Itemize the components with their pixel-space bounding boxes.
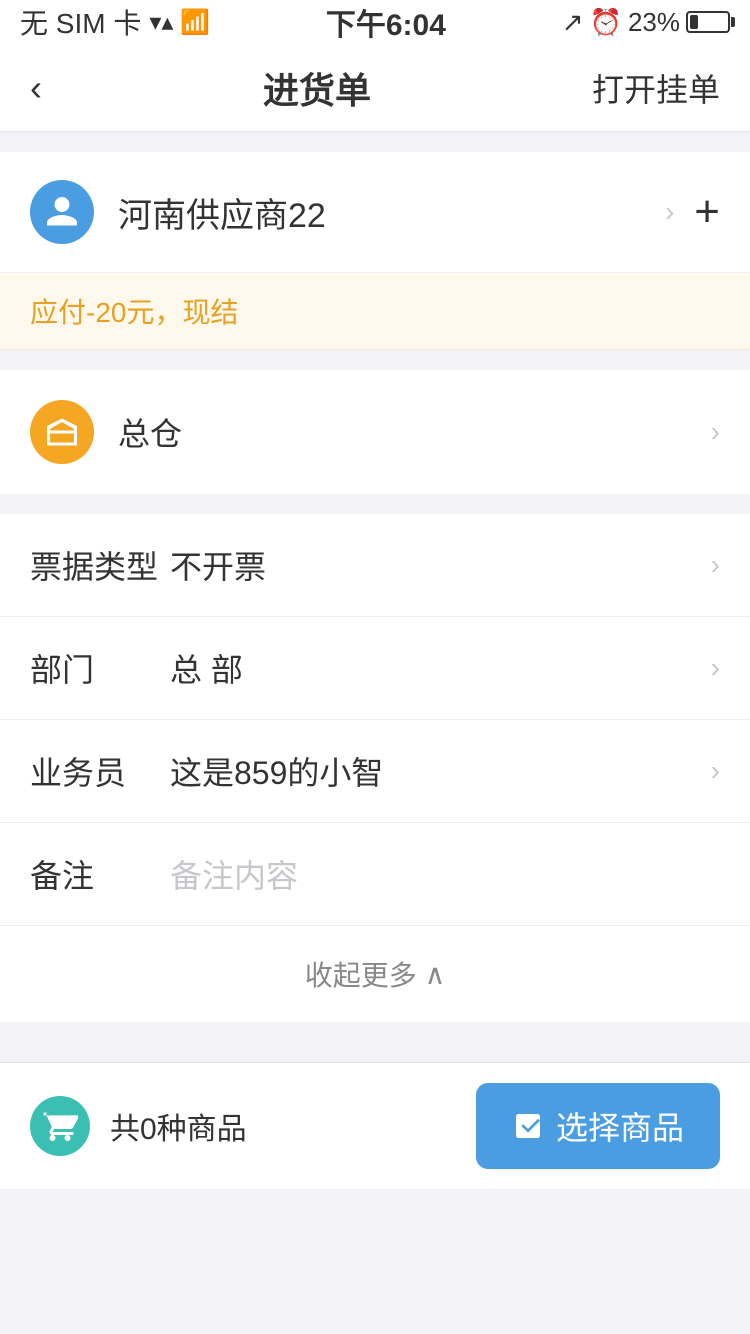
product-count: 共0种商品	[110, 1104, 476, 1148]
fields-card: 票据类型 不开票 › 部门 总 部 › 业务员 这是859的小智 › 备注 备注…	[0, 514, 750, 926]
battery-percent: 23%	[628, 7, 680, 38]
select-product-icon	[512, 1110, 544, 1142]
gap-1	[0, 132, 750, 152]
salesperson-chevron-icon: ›	[711, 755, 720, 787]
nav-bar: ‹ 进货单 打开挂单	[0, 44, 750, 132]
ticket-type-value: 不开票	[170, 542, 711, 588]
user-icon	[44, 194, 80, 230]
remark-label: 备注	[30, 851, 170, 897]
department-value: 总 部	[170, 645, 711, 691]
warehouse-icon-wrap	[30, 400, 94, 464]
remark-value: 备注内容	[170, 851, 720, 897]
back-button[interactable]: ‹	[30, 67, 42, 109]
warehouse-label: 总仓	[118, 409, 711, 455]
supplier-card: 河南供应商22 › + 应付-20元，现结	[0, 152, 750, 350]
ticket-type-row[interactable]: 票据类型 不开票 ›	[0, 514, 750, 617]
alarm-icon: ⏰	[590, 7, 622, 38]
time-label: 下午6:04	[326, 0, 446, 44]
department-chevron-icon: ›	[711, 652, 720, 684]
supplier-name: 河南供应商22	[118, 188, 665, 237]
status-bar: 无 SIM 卡 ▾▴ 📶 下午6:04 ↗ ⏰ 23%	[0, 0, 750, 44]
select-product-label: 选择商品	[556, 1103, 684, 1149]
salesperson-row[interactable]: 业务员 这是859的小智 ›	[0, 720, 750, 823]
carrier-label: 无 SIM 卡	[20, 2, 141, 42]
cart-icon	[42, 1108, 78, 1144]
collapse-icon: ∧	[425, 958, 446, 991]
select-product-button[interactable]: 选择商品	[476, 1083, 720, 1169]
status-right: ↗ ⏰ 23%	[562, 7, 730, 38]
ticket-type-chevron-icon: ›	[711, 549, 720, 581]
collapse-button[interactable]: 收起更多 ∧	[0, 926, 750, 1022]
status-left: 无 SIM 卡 ▾▴ 📶	[20, 2, 210, 42]
salesperson-value: 这是859的小智	[170, 748, 711, 794]
warehouse-chevron-icon: ›	[711, 416, 720, 448]
gap-2	[0, 350, 750, 370]
supplier-chevron-icon: ›	[665, 196, 674, 228]
warehouse-row[interactable]: 总仓 ›	[0, 370, 750, 494]
product-icon-wrap	[30, 1096, 90, 1156]
department-label: 部门	[30, 645, 170, 691]
salesperson-label: 业务员	[30, 748, 170, 794]
open-pending-button[interactable]: 打开挂单	[592, 65, 720, 111]
supplier-row[interactable]: 河南供应商22 › +	[0, 152, 750, 273]
location-icon: ↗	[562, 7, 584, 38]
warehouse-icon	[44, 414, 80, 450]
warehouse-card: 总仓 ›	[0, 370, 750, 494]
notice-text: 应付-20元，现结	[30, 297, 238, 328]
gap-4	[0, 1022, 750, 1042]
wifi-icon: ▾▴ 📶	[149, 8, 210, 37]
gap-3	[0, 494, 750, 514]
add-button[interactable]: +	[694, 187, 720, 237]
bottom-bar: 共0种商品 选择商品	[0, 1062, 750, 1189]
notice-bar: 应付-20元，现结	[0, 273, 750, 350]
supplier-avatar	[30, 180, 94, 244]
battery-icon	[686, 11, 730, 33]
ticket-type-label: 票据类型	[30, 542, 170, 588]
department-row[interactable]: 部门 总 部 ›	[0, 617, 750, 720]
collapse-label: 收起更多	[305, 954, 417, 994]
page-title: 进货单	[263, 62, 371, 114]
remark-row[interactable]: 备注 备注内容	[0, 823, 750, 926]
